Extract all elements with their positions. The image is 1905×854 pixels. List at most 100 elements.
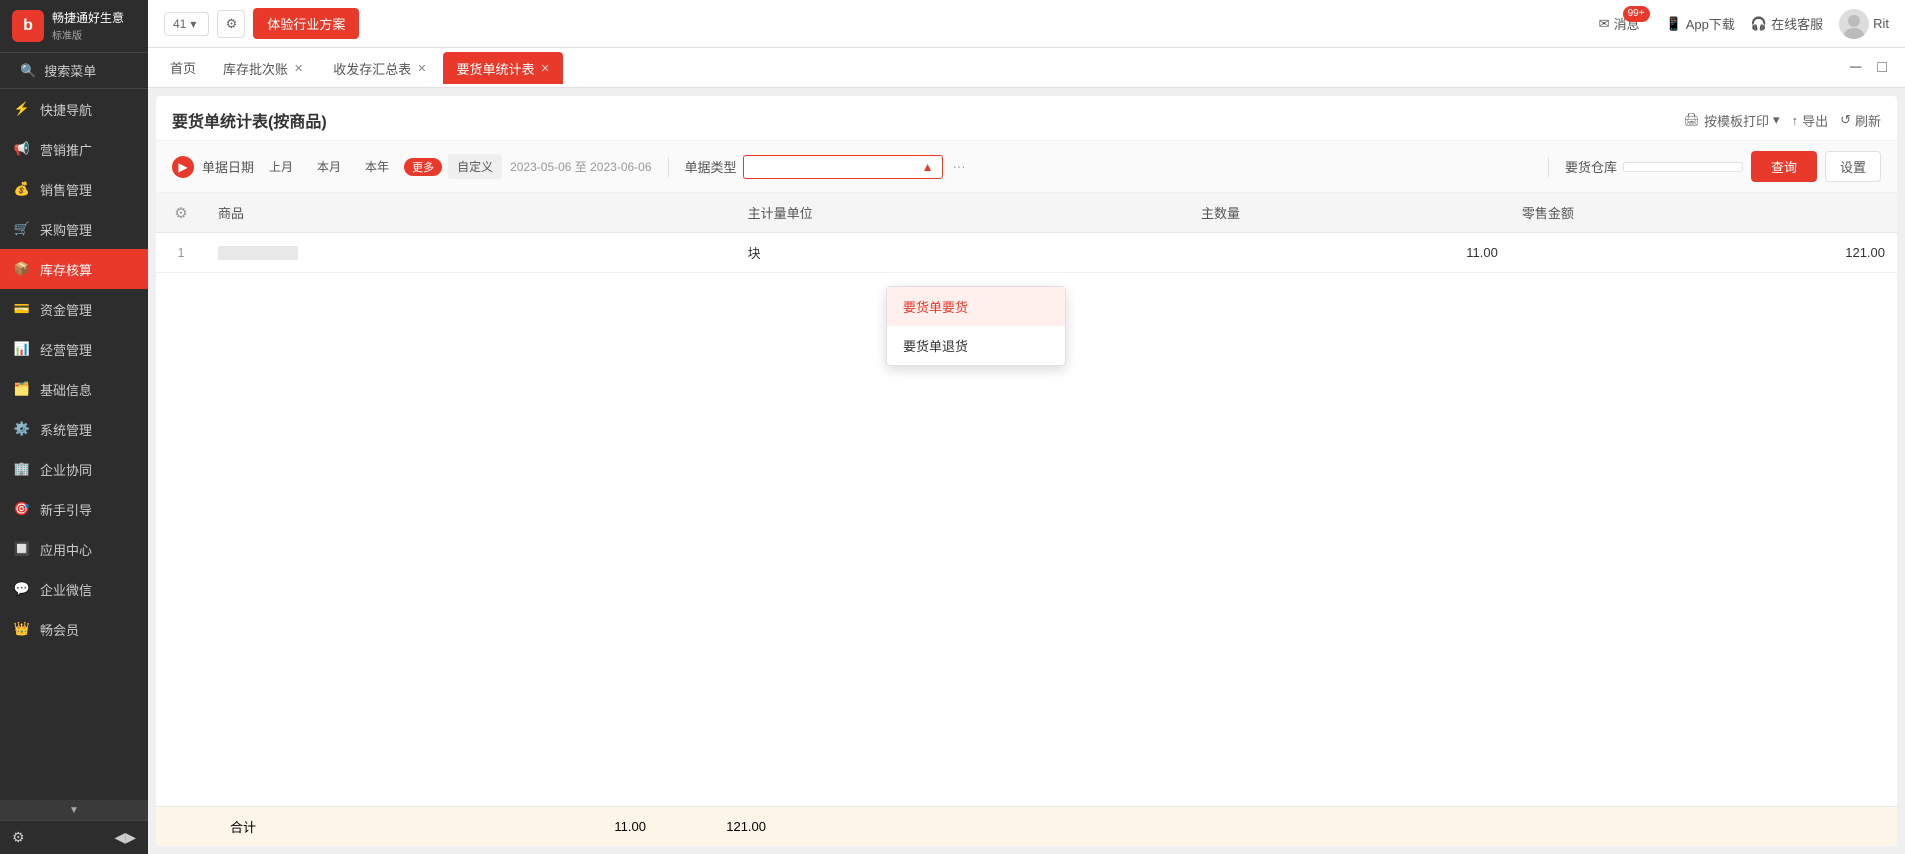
sidebar-item-member[interactable]: 👑 畅会员 (0, 609, 148, 649)
print-icon: 🖨 (1684, 112, 1701, 128)
tab-controls: ─ □ (1844, 57, 1893, 79)
type-filter-group: 单据类型 ▲ ··· (685, 155, 1532, 179)
member-icon: 👑 (12, 619, 32, 639)
data-table: ⚙ 商品 主计量单位 主数量 零售金额 1 块 11.00 121.00 (156, 193, 1897, 273)
chevron-up-icon: ▲ (922, 160, 934, 174)
sidebar-item-wechat[interactable]: 💬 企业微信 (0, 569, 148, 609)
user-avatar (1839, 9, 1869, 39)
date-this-year-btn[interactable]: 本年 (356, 154, 398, 179)
headset-icon: 🎧 (1751, 16, 1767, 32)
table-container: ⚙ 商品 主计量单位 主数量 零售金额 1 块 11.00 121.00 (156, 193, 1897, 806)
refresh-btn[interactable]: ↺ 刷新 (1840, 111, 1881, 130)
inventory-icon: 📦 (12, 259, 32, 279)
message-badge: 99+ (1623, 6, 1650, 22)
sales-icon: 💰 (12, 179, 32, 199)
row-quantity: 11.00 (1189, 233, 1510, 273)
query-btn[interactable]: 查询 (1751, 151, 1817, 182)
sidebar-item-system[interactable]: ⚙️ 系统管理 (0, 409, 148, 449)
online-service-btn[interactable]: 🎧 在线客服 (1751, 14, 1823, 33)
message-btn[interactable]: ✉ 消息 99+ (1599, 14, 1640, 33)
footer-quantity: 11.00 (538, 819, 658, 834)
date-last-month-btn[interactable]: 上月 (260, 154, 302, 179)
row-product (206, 233, 736, 273)
filter-divider-2 (1548, 157, 1549, 177)
purchase-icon: 🛒 (12, 219, 32, 239)
collapse-sidebar-btn[interactable]: ◀▶ (114, 829, 136, 846)
row-unit: 块 (736, 233, 1189, 273)
row-amount: 121.00 (1510, 233, 1897, 273)
tab-minimize-btn[interactable]: ─ (1844, 57, 1867, 79)
sidebar-item-enterprise[interactable]: 🏢 企业协同 (0, 449, 148, 489)
tab-maximize-btn[interactable]: □ (1871, 57, 1893, 79)
filter-divider-1 (668, 157, 669, 177)
sidebar-item-guide[interactable]: 🎯 新手引导 (0, 489, 148, 529)
warehouse-filter-group: 要货仓库 (1565, 157, 1743, 176)
tab-batch-inventory[interactable]: 库存批次账 ✕ (210, 52, 316, 84)
topbar-gear-btn[interactable]: ⚙ (217, 10, 245, 38)
table-body: 1 块 11.00 121.00 (156, 233, 1897, 273)
column-settings-icon: ⚙ (174, 205, 187, 222)
tab-bar: 首页 库存批次账 ✕ 收发存汇总表 ✕ 要货单统计表 ✕ ─ □ (148, 48, 1905, 88)
sidebar-item-purchase[interactable]: 🛒 采购管理 (0, 209, 148, 249)
finance-icon: 💳 (12, 299, 32, 319)
col-quantity: 主数量 (1189, 193, 1510, 233)
col-settings[interactable]: ⚙ (156, 193, 206, 233)
col-amount: 零售金额 (1510, 193, 1897, 233)
quick-nav-icon: ⚡ (12, 99, 32, 119)
type-select-box[interactable]: ▲ (743, 155, 943, 179)
filter-bar: ▶ 单据日期 上月 本月 本年 更多 自定义 2023-05-06 至 2023… (156, 141, 1897, 193)
top-bar-right: ✉ 消息 99+ 📱 App下载 🎧 在线客服 Rit (1599, 9, 1889, 39)
sidebar-item-quick-nav[interactable]: ⚡ 快捷导航 (0, 89, 148, 129)
operations-icon: 📊 (12, 339, 32, 359)
settings-bottom-btn[interactable]: ⚙ (12, 829, 25, 846)
export-btn[interactable]: ↑ 导出 (1792, 111, 1829, 130)
wechat-icon: 💬 (12, 579, 32, 599)
company-selector[interactable]: 41 ▾ (164, 12, 209, 36)
footer-amount: 121.00 (658, 819, 778, 834)
dropdown-item-order-goods[interactable]: 要货单要货 (887, 287, 1065, 326)
user-avatar-area[interactable]: Rit (1839, 9, 1889, 39)
sidebar-item-marketing[interactable]: 📢 营销推广 (0, 129, 148, 169)
top-bar: 41 ▾ ⚙ 体验行业方案 ✉ 消息 99+ 📱 App下载 🎧 在线客服 (148, 0, 1905, 48)
sidebar-scroll-down[interactable]: ▼ (0, 800, 148, 820)
tab-home[interactable]: 首页 (160, 52, 206, 83)
app-download-btn[interactable]: 📱 App下载 (1666, 14, 1735, 33)
tab-close-order-summary[interactable]: ✕ (541, 62, 550, 75)
basic-icon: 🗂️ (12, 379, 32, 399)
page-title: 要货单统计表(按商品) (172, 108, 327, 132)
tab-close-collection-summary[interactable]: ✕ (417, 62, 426, 75)
date-this-month-btn[interactable]: 本月 (308, 154, 350, 179)
main-content: 41 ▾ ⚙ 体验行业方案 ✉ 消息 99+ 📱 App下载 🎧 在线客服 (148, 0, 1905, 854)
tab-order-summary[interactable]: 要货单统计表 ✕ (443, 52, 562, 84)
system-icon: ⚙️ (12, 419, 32, 439)
dropdown-item-order-return[interactable]: 要货单退货 (887, 326, 1065, 365)
print-template-btn[interactable]: 🖨 按模板打印 ▾ (1684, 111, 1780, 130)
app-logo: b 畅捷通好生意 标准版 (0, 0, 148, 53)
marketing-icon: 📢 (12, 139, 32, 159)
try-industry-btn[interactable]: 体验行业方案 (253, 8, 359, 39)
app-download-icon: 📱 (1666, 16, 1682, 32)
message-icon: ✉ (1599, 16, 1610, 32)
sidebar-item-operations[interactable]: 📊 经营管理 (0, 329, 148, 369)
app-center-icon: 🔲 (12, 539, 32, 559)
sidebar-item-basic[interactable]: 🗂️ 基础信息 (0, 369, 148, 409)
date-more-tag[interactable]: 更多 (404, 158, 442, 176)
table-header: ⚙ 商品 主计量单位 主数量 零售金额 (156, 193, 1897, 233)
sidebar-search[interactable]: 🔍 搜索菜单 (0, 53, 148, 89)
row-index: 1 (156, 233, 206, 273)
sidebar-item-app-center[interactable]: 🔲 应用中心 (0, 529, 148, 569)
filter-expand-btn[interactable]: ▶ (172, 156, 194, 178)
col-product: 商品 (206, 193, 736, 233)
filter-more-btn[interactable]: ··· (949, 155, 970, 178)
date-custom-btn[interactable]: 自定义 (448, 154, 502, 179)
sidebar-item-sales[interactable]: 💰 销售管理 (0, 169, 148, 209)
sidebar-item-finance[interactable]: 💳 资金管理 (0, 289, 148, 329)
tab-close-batch-inventory[interactable]: ✕ (294, 62, 303, 75)
settings-btn[interactable]: 设置 (1825, 151, 1881, 182)
warehouse-select[interactable] (1623, 162, 1743, 172)
tab-collection-summary[interactable]: 收发存汇总表 ✕ (320, 52, 439, 84)
warehouse-label: 要货仓库 (1565, 157, 1617, 176)
sidebar-item-inventory[interactable]: 📦 库存核算 (0, 249, 148, 289)
page-area: 要货单统计表(按商品) 🖨 按模板打印 ▾ ↑ 导出 ↺ 刷新 ▶ (156, 96, 1897, 846)
table-footer: 合计 11.00 121.00 (156, 806, 1897, 846)
